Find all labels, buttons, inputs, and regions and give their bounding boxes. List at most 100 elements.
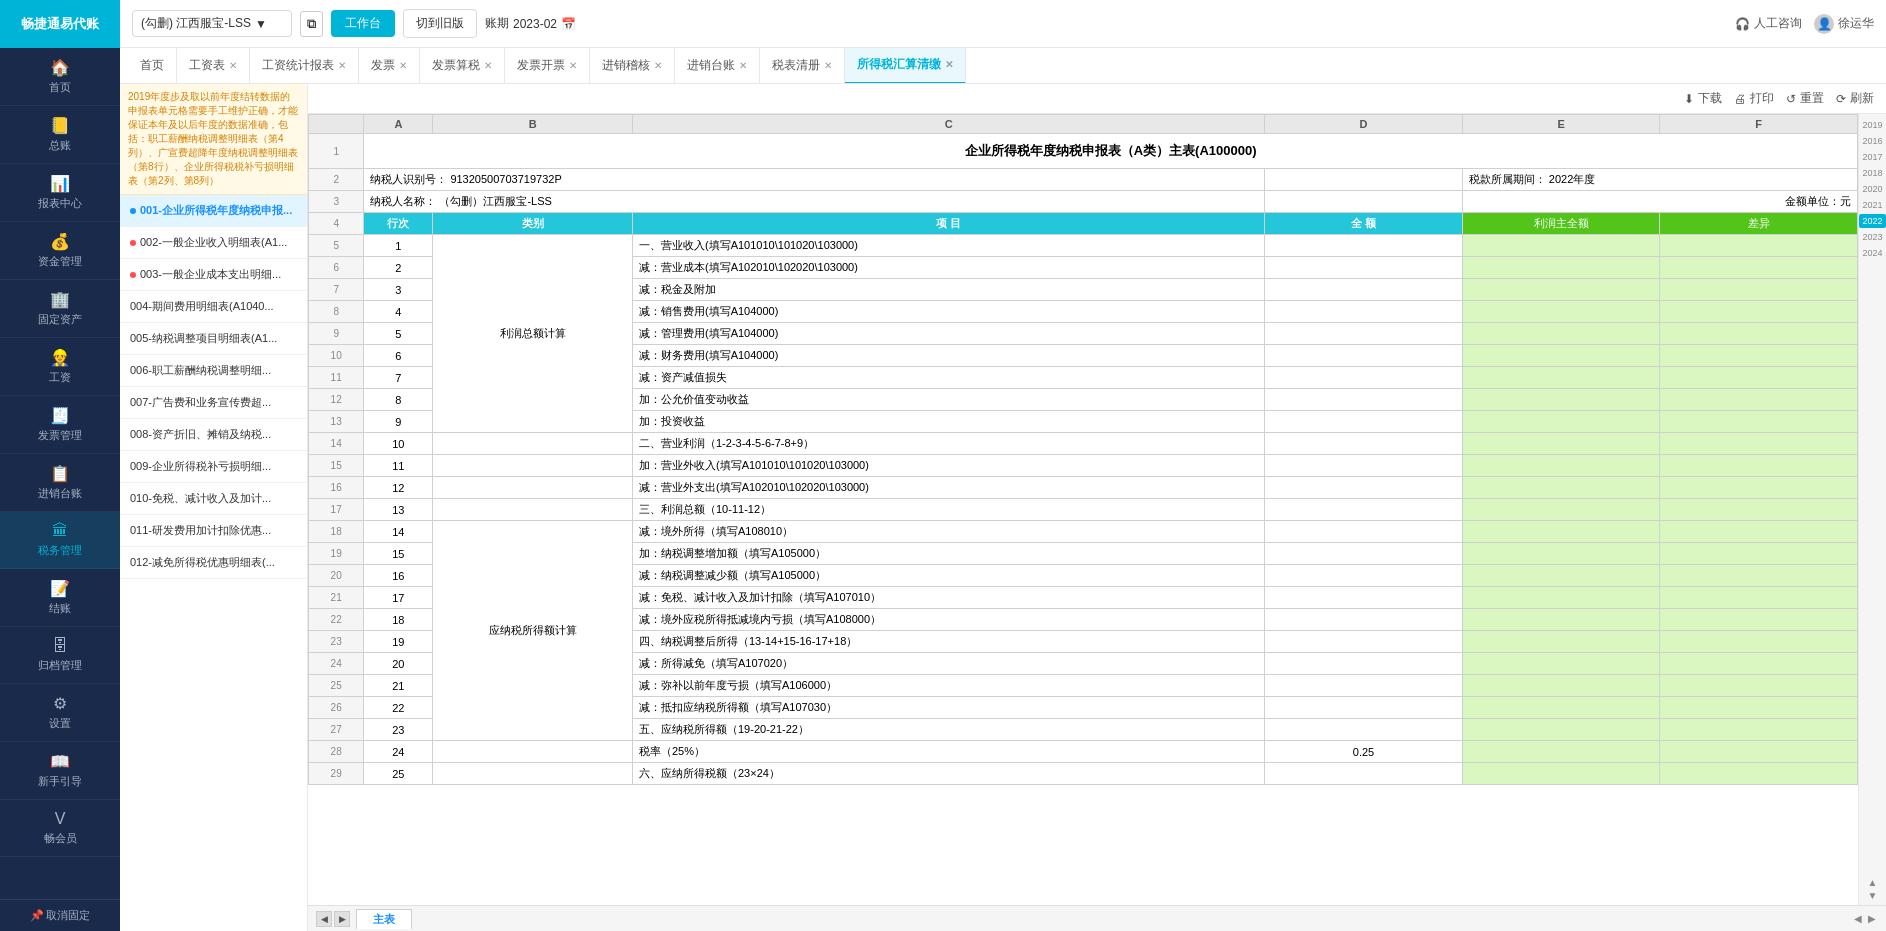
copy-icon-btn[interactable]: ⧉ xyxy=(300,11,323,37)
list-item-007[interactable]: 007-广告费和业务宣传费超... xyxy=(120,387,307,419)
year-2021[interactable]: 2021 xyxy=(1860,198,1884,212)
col-label-D: 全 额 xyxy=(1265,213,1463,235)
sidebar-item-archive[interactable]: 🗄 归档管理 xyxy=(0,627,120,684)
tab-income-tax[interactable]: 所得税汇算清缴 ✕ xyxy=(845,48,966,84)
main-area: (勾删) 江西服宝-LSS ▼ ⧉ 工作台 切到旧版 账期 2023-02 📅 … xyxy=(120,0,1886,931)
tabs-bar: 首页 工资表 ✕ 工资统计报表 ✕ 发票 ✕ 发票算税 ✕ 发票开票 ✕ 进销稽… xyxy=(120,48,1886,84)
list-item-005[interactable]: 005-纳税调整项目明细表(A1... xyxy=(120,323,307,355)
sidebar-unpin-button[interactable]: 📌 取消固定 xyxy=(0,899,120,931)
download-icon: ⬇ xyxy=(1684,92,1694,106)
sidebar-item-close[interactable]: 📝 结账 xyxy=(0,569,120,627)
sidebar-item-salary[interactable]: 👷 工资 xyxy=(0,338,120,396)
year-2016[interactable]: 2016 xyxy=(1860,134,1884,148)
tab-tax-table[interactable]: 税表清册 ✕ xyxy=(760,48,845,84)
col-label-B: 类别 xyxy=(433,213,633,235)
sheet-next-button[interactable]: ▶ xyxy=(334,911,350,927)
tab-close-invoice[interactable]: ✕ xyxy=(399,60,407,71)
list-item-003[interactable]: 003-一般企业成本支出明细... xyxy=(120,259,307,291)
print-icon: 🖨 xyxy=(1734,92,1746,106)
spreadsheet-title: 企业所得税年度纳税申报表（A类）主表(A100000) xyxy=(364,134,1858,169)
download-button[interactable]: ⬇ 下载 xyxy=(1684,90,1722,107)
sidebar-item-tax[interactable]: 🏛 税务管理 xyxy=(0,512,120,569)
tab-close-salary-stats[interactable]: ✕ xyxy=(338,60,346,71)
tab-salary[interactable]: 工资表 ✕ xyxy=(177,48,250,84)
sidebar-item-reports[interactable]: 📊 报表中心 xyxy=(0,164,120,222)
list-item-011[interactable]: 011-研发费用加计扣除优惠... xyxy=(120,515,307,547)
sidebar-item-sales-ledger[interactable]: 📋 进销台账 xyxy=(0,454,120,512)
tab-close-sales-book[interactable]: ✕ xyxy=(739,60,747,71)
user-profile[interactable]: 👤 徐运华 xyxy=(1814,14,1874,34)
tab-close-tax-table[interactable]: ✕ xyxy=(824,60,832,71)
table-row: 1 企业所得税年度纳税申报表（A类）主表(A100000) xyxy=(309,134,1858,169)
col-header-A: A xyxy=(364,115,433,134)
spreadsheet-panel: ⬇ 下载 🖨 打印 ↺ 重置 ⟳ 刷新 xyxy=(308,84,1886,931)
sidebar-item-home[interactable]: 🏠 首页 xyxy=(0,48,120,106)
print-button[interactable]: 🖨 打印 xyxy=(1734,90,1774,107)
year-2024[interactable]: 2024 xyxy=(1860,246,1884,260)
workbench-button[interactable]: 工作台 xyxy=(331,10,395,37)
sidebar-item-settings[interactable]: ⚙ 设置 xyxy=(0,684,120,742)
tab-sales-book[interactable]: 进销台账 ✕ xyxy=(675,48,760,84)
year-2022[interactable]: 2022 xyxy=(1859,214,1885,228)
table-row: 5 1 利润总额计算 一、营业收入(填写A101010\101020\10300… xyxy=(309,235,1858,257)
list-item-001[interactable]: 001-企业所得税年度纳税申报... xyxy=(120,195,307,227)
list-item-006[interactable]: 006-职工薪酬纳税调整明细... xyxy=(120,355,307,387)
table-row: 18 14 应纳税所得额计算 减：境外所得（填写A108010） xyxy=(309,521,1858,543)
ledger-icon: 📒 xyxy=(50,116,70,135)
list-item-012[interactable]: 012-减免所得税优惠明细表(... xyxy=(120,547,307,579)
list-item-010[interactable]: 010-免税、减计收入及加计... xyxy=(120,483,307,515)
tab-close-sales-audit[interactable]: ✕ xyxy=(654,60,662,71)
tab-home[interactable]: 首页 xyxy=(128,48,177,84)
assets-icon: 🏢 xyxy=(50,290,70,309)
refresh-button[interactable]: ⟳ 刷新 xyxy=(1836,90,1874,107)
list-item-002[interactable]: 002-一般企业收入明细表(A1... xyxy=(120,227,307,259)
sheet-tabs-bar: ◀ ▶ 主表 ◀ ▶ xyxy=(308,905,1886,931)
calendar-icon[interactable]: 📅 xyxy=(561,17,576,31)
list-item-009[interactable]: 009-企业所得税补亏损明细... xyxy=(120,451,307,483)
year-2023[interactable]: 2023 xyxy=(1860,230,1884,244)
taxpayer-id-cell: 纳税人识别号： 91320500703719732P xyxy=(364,169,1265,191)
sheet-prev-button[interactable]: ◀ xyxy=(316,911,332,927)
sidebar-item-invoice-mgmt[interactable]: 🧾 发票管理 xyxy=(0,396,120,454)
sidebar-item-assets[interactable]: 🏢 固定资产 xyxy=(0,280,120,338)
tab-salary-stats[interactable]: 工资统计报表 ✕ xyxy=(250,48,359,84)
company-selector[interactable]: (勾删) 江西服宝-LSS ▼ xyxy=(132,10,292,37)
sheet-tab-main[interactable]: 主表 xyxy=(356,909,412,929)
col-header-F: F xyxy=(1660,115,1858,134)
year-2020[interactable]: 2020 xyxy=(1860,182,1884,196)
tab-close-salary[interactable]: ✕ xyxy=(229,60,237,71)
tab-close-invoice-open[interactable]: ✕ xyxy=(569,60,577,71)
table-row: 2 纳税人识别号： 91320500703719732P 税款所属期间： 202… xyxy=(309,169,1858,191)
scrollbar-right[interactable]: ▶ xyxy=(1866,911,1878,926)
home-tab-label: 首页 xyxy=(140,57,164,74)
sidebar-item-guide[interactable]: 📖 新手引导 xyxy=(0,742,120,800)
reset-button[interactable]: ↺ 重置 xyxy=(1786,90,1824,107)
list-item-004[interactable]: 004-期间费用明细表(A1040... xyxy=(120,291,307,323)
scrollbar-left[interactable]: ◀ xyxy=(1852,911,1864,926)
ai-consult[interactable]: 🎧 人工咨询 xyxy=(1735,15,1802,32)
year-2018[interactable]: 2018 xyxy=(1860,166,1884,180)
sidebar-item-finance[interactable]: 💰 资金管理 xyxy=(0,222,120,280)
sidebar-item-member[interactable]: V 畅会员 xyxy=(0,800,120,857)
year-2017[interactable]: 2017 xyxy=(1860,150,1884,164)
year-2019[interactable]: 2019 xyxy=(1860,118,1884,132)
invoice-mgmt-icon: 🧾 xyxy=(50,406,70,425)
tab-invoice[interactable]: 发票 ✕ xyxy=(359,48,420,84)
spreadsheet-container[interactable]: A B C D E F 1 企业所 xyxy=(308,114,1858,905)
col-label-F: 差异 xyxy=(1660,213,1858,235)
sidebar-item-ledger[interactable]: 📒 总账 xyxy=(0,106,120,164)
finance-icon: 💰 xyxy=(50,232,70,251)
tab-sales-audit[interactable]: 进销稽核 ✕ xyxy=(590,48,675,84)
tab-invoice-open[interactable]: 发票开票 ✕ xyxy=(505,48,590,84)
dot-002 xyxy=(130,240,136,246)
dot-003 xyxy=(130,272,136,278)
member-icon: V xyxy=(55,810,66,828)
tab-close-invoice-tax[interactable]: ✕ xyxy=(484,60,492,71)
scroll-down-btn[interactable]: ▼ xyxy=(1868,890,1878,901)
scroll-up-btn[interactable]: ▲ xyxy=(1868,877,1878,888)
tab-close-income-tax[interactable]: ✕ xyxy=(945,59,953,70)
list-item-008[interactable]: 008-资产折旧、摊销及纳税... xyxy=(120,419,307,451)
table-row-header: 4 行次 类别 项 目 全 额 利润主全额 差异 xyxy=(309,213,1858,235)
tab-invoice-tax[interactable]: 发票算税 ✕ xyxy=(420,48,505,84)
switch-version-button[interactable]: 切到旧版 xyxy=(403,9,477,38)
